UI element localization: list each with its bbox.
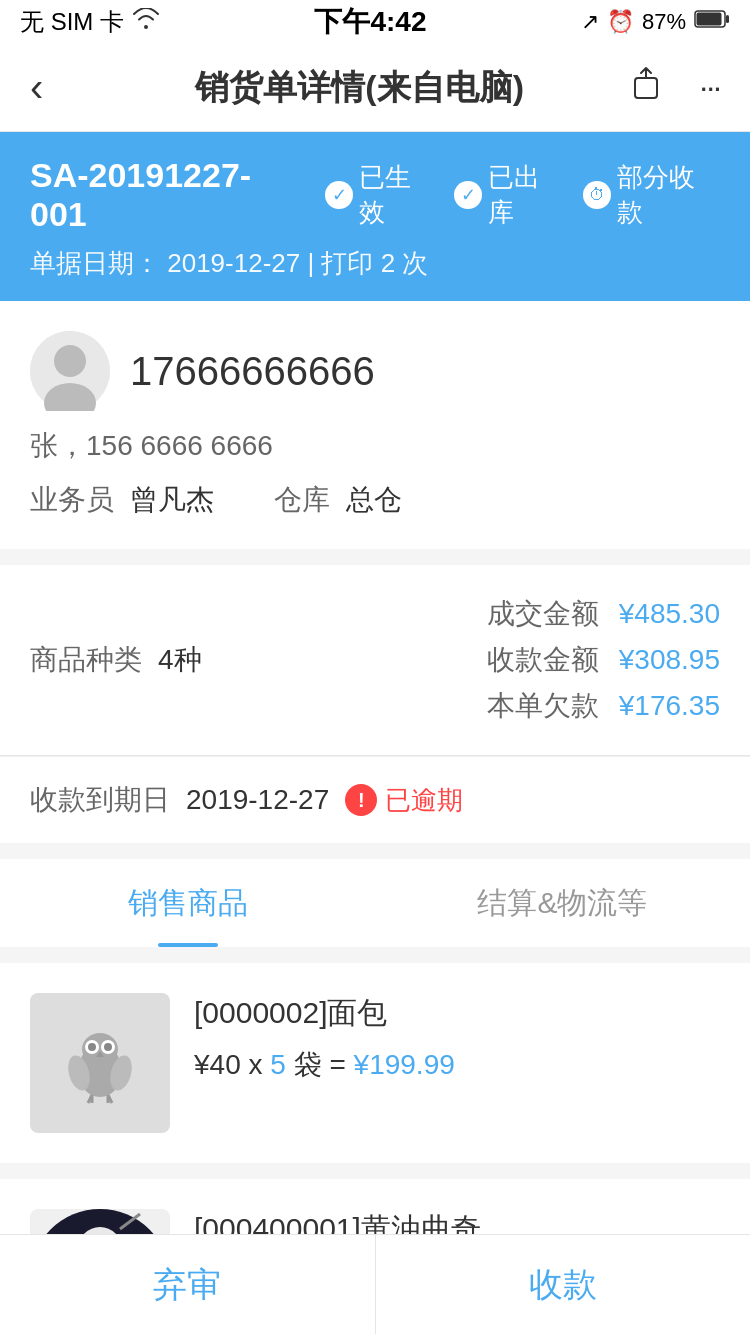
transaction-row: 成交金额 ¥485.30 xyxy=(487,595,720,633)
battery-icon xyxy=(694,9,730,35)
overdue-badge: ! 已逾期 xyxy=(345,783,463,818)
check-icon-shipped: ✓ xyxy=(454,181,482,209)
more-button[interactable]: ··· xyxy=(699,69,720,106)
order-id: SA-20191227-001 xyxy=(30,156,305,234)
status-badges: ✓ 已生效 ✓ 已出库 ⏱ 部分收款 xyxy=(325,160,720,230)
warehouse-name: 总仓 xyxy=(346,484,402,515)
product-image-placeholder-bread xyxy=(30,993,170,1133)
sales-name: 曾凡杰 xyxy=(130,484,214,515)
nav-bar: ‹ 销货单详情(来自电脑) ··· xyxy=(0,44,750,132)
tabs-row: 销售商品 结算&物流等 xyxy=(0,859,750,947)
summary-right: 成交金额 ¥485.30 收款金额 ¥308.95 本单欠款 ¥176.35 xyxy=(487,595,720,725)
doc-date-row: 单据日期： 2019-12-27 | 打印 2 次 xyxy=(30,246,720,281)
customer-section: 17666666666 张，156 6666 6666 业务员 曾凡杰 仓库 总… xyxy=(0,301,750,549)
back-button[interactable]: ‹ xyxy=(30,65,90,110)
status-bar: 无 SIM 卡 下午4:42 ↗ ⏰ 87% xyxy=(0,0,750,44)
product-card-bread: [0000002]面包 ¥40 x 5 袋 = ¥199.99 xyxy=(0,963,750,1163)
badge-partial: ⏱ 部分收款 xyxy=(583,160,720,230)
badge-shipped: ✓ 已出库 xyxy=(454,160,565,230)
status-left: 无 SIM 卡 xyxy=(20,6,160,38)
location-icon: ↗ xyxy=(581,9,599,35)
category-count: 4种 xyxy=(158,641,202,679)
wifi-icon xyxy=(132,8,160,36)
sales-label: 业务员 xyxy=(30,484,114,515)
debt-label: 本单欠款 xyxy=(487,687,599,725)
customer-phone: 17666666666 xyxy=(130,349,375,394)
order-header-banner: SA-20191227-001 ✓ 已生效 ✓ 已出库 ⏱ 部分收款 单据日期：… xyxy=(0,132,750,301)
svg-rect-1 xyxy=(726,15,729,23)
status-right: ↗ ⏰ 87% xyxy=(581,9,730,35)
avatar xyxy=(30,331,110,411)
sales-info: 业务员 曾凡杰 xyxy=(30,481,214,519)
tab-underline xyxy=(158,943,218,947)
product-total-bread: ¥199.99 xyxy=(354,1049,455,1080)
collection-amount: ¥308.95 xyxy=(619,644,720,676)
check-icon-effective: ✓ xyxy=(325,181,353,209)
product-info-bread: [0000002]面包 ¥40 x 5 袋 = ¥199.99 xyxy=(194,993,720,1084)
product-price-bread: ¥40 x 5 袋 = ¥199.99 xyxy=(194,1046,720,1084)
time-display: 下午4:42 xyxy=(314,3,426,41)
svg-point-13 xyxy=(104,1043,112,1051)
clock-icon-partial: ⏱ xyxy=(583,181,611,209)
svg-rect-2 xyxy=(696,13,721,26)
tab-settlement-logistics-label: 结算&物流等 xyxy=(477,883,647,924)
due-date-value: 2019-12-27 xyxy=(186,784,329,816)
tab-sales-products[interactable]: 销售商品 xyxy=(0,859,375,947)
svg-point-5 xyxy=(54,345,86,377)
tab-settlement-logistics[interactable]: 结算&物流等 xyxy=(375,859,750,947)
summary-left: 商品种类 4种 xyxy=(30,595,202,725)
svg-point-12 xyxy=(88,1043,96,1051)
tab-sales-products-label: 销售商品 xyxy=(128,883,248,924)
alarm-icon: ⏰ xyxy=(607,9,634,35)
customer-meta: 业务员 曾凡杰 仓库 总仓 xyxy=(30,481,720,519)
due-label: 收款到期日 xyxy=(30,781,170,819)
page-title: 销货单详情(来自电脑) xyxy=(90,65,629,111)
collect-payment-button[interactable]: 收款 xyxy=(376,1235,751,1334)
share-button[interactable] xyxy=(629,64,669,111)
warehouse-info: 仓库 总仓 xyxy=(274,481,402,519)
cancel-review-button[interactable]: 弃审 xyxy=(0,1235,376,1334)
overdue-text: 已逾期 xyxy=(385,783,463,818)
badge-effective: ✓ 已生效 xyxy=(325,160,436,230)
svg-rect-3 xyxy=(635,78,657,98)
sim-label: 无 SIM 卡 xyxy=(20,6,124,38)
collection-label: 收款金额 xyxy=(487,641,599,679)
debt-amount: ¥176.35 xyxy=(619,690,720,722)
summary-section: 商品种类 4种 成交金额 ¥485.30 收款金额 ¥308.95 本单欠款 ¥… xyxy=(0,565,750,756)
transaction-amount: ¥485.30 xyxy=(619,598,720,630)
overdue-icon: ! xyxy=(345,784,377,816)
category-label: 商品种类 xyxy=(30,641,142,679)
product-name-bread: [0000002]面包 xyxy=(194,993,720,1034)
nav-actions: ··· xyxy=(629,64,720,111)
warehouse-label: 仓库 xyxy=(274,484,330,515)
debt-row: 本单欠款 ¥176.35 xyxy=(487,687,720,725)
customer-row: 17666666666 xyxy=(30,331,720,411)
bottom-bar: 弃审 收款 xyxy=(0,1234,750,1334)
battery-label: 87% xyxy=(642,9,686,35)
collection-row: 收款金额 ¥308.95 xyxy=(487,641,720,679)
due-date-section: 收款到期日 2019-12-27 ! 已逾期 xyxy=(0,756,750,843)
transaction-label: 成交金额 xyxy=(487,595,599,633)
product-qty-bread: 5 xyxy=(270,1049,286,1080)
customer-name-phone: 张，156 6666 6666 xyxy=(30,427,720,465)
product-thumb-bread xyxy=(30,993,170,1133)
